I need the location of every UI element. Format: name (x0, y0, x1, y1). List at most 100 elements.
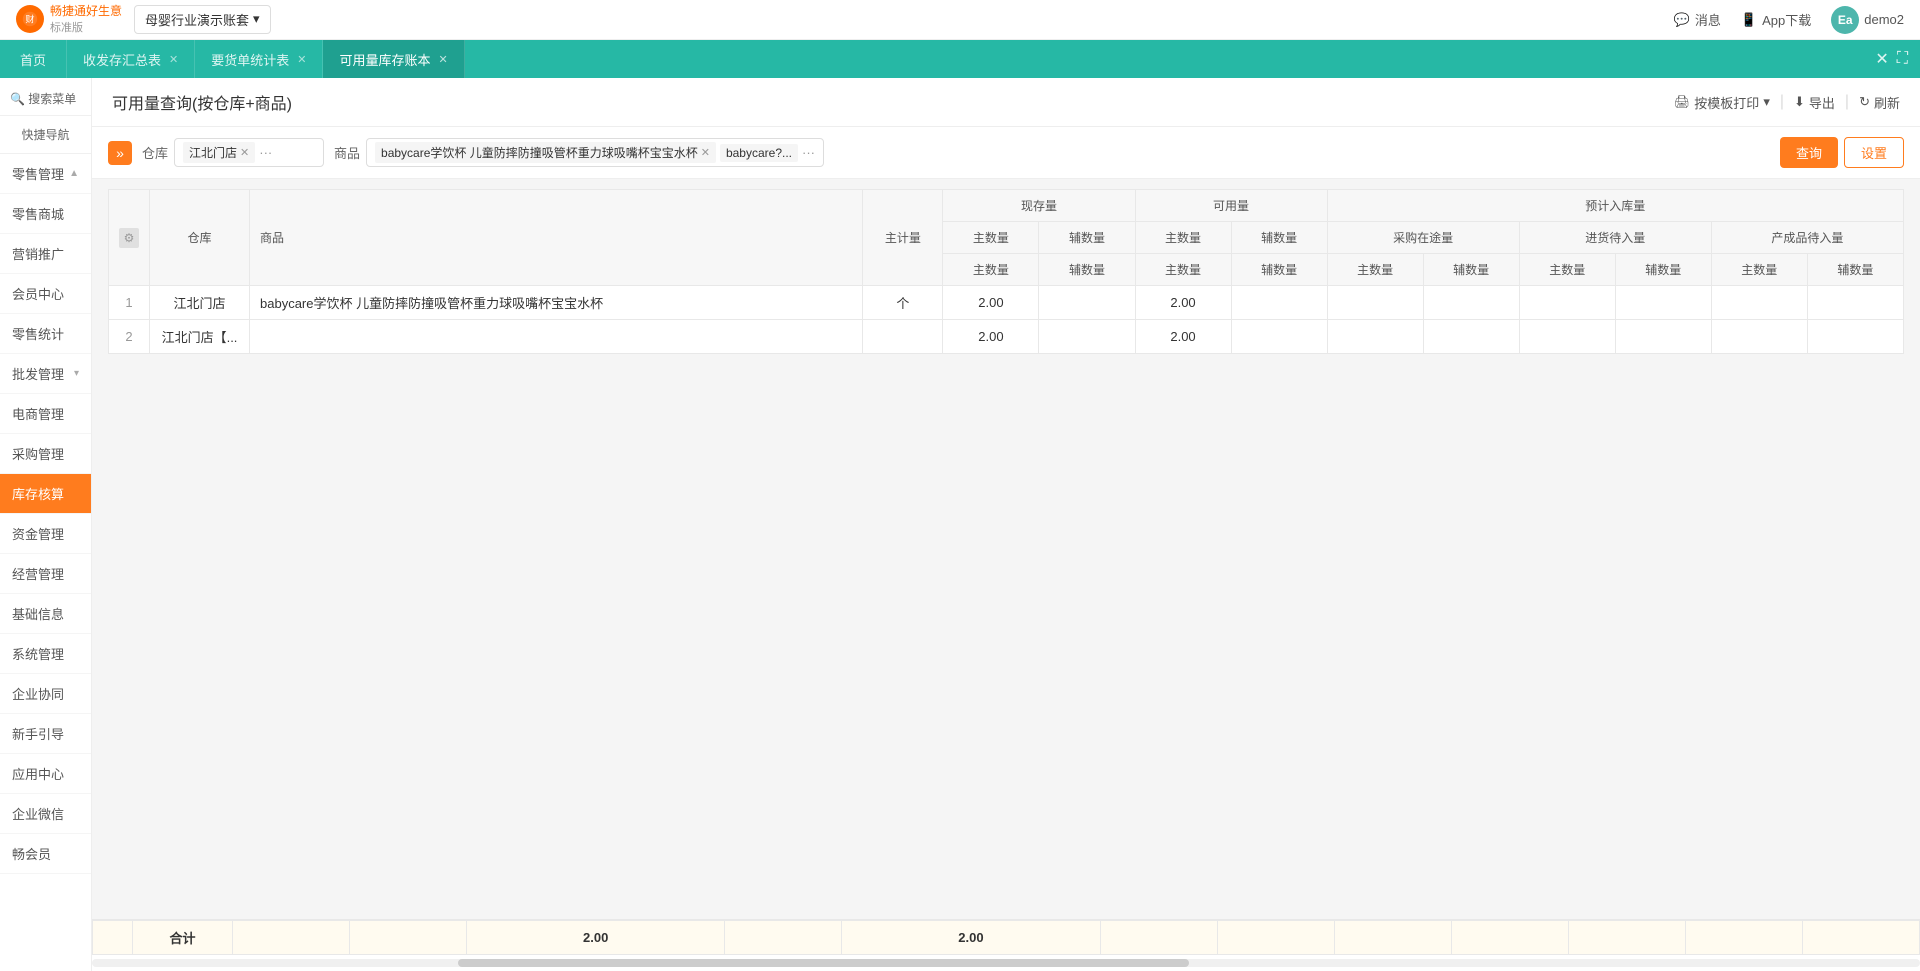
th-current-sub: 辅数量 (1039, 222, 1135, 254)
tab-receivable[interactable]: 收发存汇总表 ✕ (67, 40, 195, 78)
download-action[interactable]: 📱 App下载 (1741, 10, 1811, 29)
sidebar-search[interactable]: 🔍 搜索菜单 (0, 82, 91, 116)
username: demo2 (1864, 12, 1904, 27)
tab-home[interactable]: 首页 (0, 40, 67, 78)
message-action[interactable]: 💬 消息 (1674, 10, 1721, 29)
sidebar-item-retail-stats[interactable]: 零售统计 (0, 314, 91, 354)
user-area[interactable]: Ea demo2 (1831, 6, 1904, 34)
page-header: 可用量查询(按仓库+商品) 🖨 按模板打印 ▾ | ⬇ 导出 | ↻ 刷新 (92, 78, 1920, 127)
fullscreen-icon[interactable]: ⛶ (1897, 50, 1908, 68)
th-avail-main2: 主数量 (1135, 254, 1231, 286)
th-available-sub: 辅数量 (1231, 222, 1327, 254)
sidebar-item-retail-mall[interactable]: 零售商城 (0, 194, 91, 234)
export-btn[interactable]: ⬇ 导出 (1794, 93, 1835, 112)
th-incom-main2: 主数量 (1519, 254, 1615, 286)
logo-icon: 财 (16, 5, 44, 33)
product-tag1-close[interactable]: ✕ (701, 146, 710, 159)
sidebar-item-enterprise-wechat-label: 企业微信 (12, 804, 64, 823)
settings-icon[interactable]: ⚙ (119, 228, 139, 248)
row2-index: 2 (109, 320, 150, 354)
filter-more-icon: ··· (259, 145, 272, 160)
tab-order-stats[interactable]: 要货单统计表 ✕ (195, 40, 323, 78)
row1-product: babycare学饮杯 儿童防摔防撞吸管杯重力球吸嘴杯宝宝水杯 (250, 286, 863, 320)
table-footer-area: 合计 2.00 2.00 (92, 919, 1920, 971)
sidebar-item-member-center[interactable]: 会员中心 (0, 274, 91, 314)
refresh-btn[interactable]: ↻ 刷新 (1859, 93, 1900, 112)
sidebar-item-member-label: 畅会员 (12, 844, 51, 863)
search-icon: 🔍 (10, 92, 25, 106)
sidebar-quick-nav[interactable]: 快捷导航 (0, 116, 91, 154)
sidebar-item-retail-mgmt[interactable]: 零售管理 ▲ (0, 154, 91, 194)
sidebar-item-sys-mgmt-label: 系统管理 (12, 644, 64, 663)
tab-order-stats-label: 要货单统计表 (211, 50, 289, 69)
footer-purchase-main (1217, 921, 1334, 955)
tab-available-stock-close[interactable]: ✕ (439, 53, 448, 66)
horizontal-scrollbar[interactable] (92, 959, 1920, 967)
sidebar-item-enterprise-wechat[interactable]: 企业微信 (0, 794, 91, 834)
download-label: App下载 (1762, 10, 1811, 29)
sidebar-item-basic-info[interactable]: 基础信息 (0, 594, 91, 634)
expand-icon: » (116, 145, 124, 161)
row1-available-main: 2.00 (1135, 286, 1231, 320)
tab-home-label: 首页 (20, 50, 46, 69)
chevron-icon: ▾ (74, 368, 79, 379)
row2-available-main: 2.00 (1135, 320, 1231, 354)
sidebar-item-purchase-mgmt-label: 采购管理 (12, 444, 64, 463)
row1-product-main (1711, 286, 1807, 320)
table-row: 2 江北门店【... 2.00 2.00 (109, 320, 1904, 354)
tab-available-stock-label: 可用量库存账本 (339, 50, 430, 69)
template-print-btn[interactable]: 🖨 按模板打印 ▾ (1674, 93, 1770, 112)
avatar: Ea (1831, 6, 1859, 34)
sidebar-item-member[interactable]: 畅会员 (0, 834, 91, 874)
warehouse-filter-input[interactable]: 江北门店 ✕ ··· (174, 138, 324, 167)
close-all-tabs-icon[interactable]: ✕ (1875, 49, 1888, 69)
logo-area: 财 畅捷通好生意 标准版 (16, 4, 122, 34)
row1-purchase-main (1327, 286, 1423, 320)
sidebar-item-marketing[interactable]: 营销推广 (0, 234, 91, 274)
sidebar-item-wholesale-mgmt[interactable]: 批发管理 ▾ (0, 354, 91, 394)
th-available: 可用量 (1135, 190, 1327, 222)
query-button[interactable]: 查询 (1780, 137, 1838, 168)
tab-available-stock[interactable]: 可用量库存账本 ✕ (323, 40, 464, 78)
th-prod-sub2: 辅数量 (1807, 254, 1903, 286)
th-cur-main2: 主数量 (943, 254, 1039, 286)
sidebar-item-sys-mgmt[interactable]: 系统管理 (0, 634, 91, 674)
sidebar-item-operation-mgmt[interactable]: 经营管理 (0, 554, 91, 594)
row2-product (250, 320, 863, 354)
sidebar-item-purchase-mgmt[interactable]: 采购管理 (0, 434, 91, 474)
sidebar-item-finance-mgmt[interactable]: 资金管理 (0, 514, 91, 554)
nav-tabs-bar: 首页 收发存汇总表 ✕ 要货单统计表 ✕ 可用量库存账本 ✕ ✕ ⛶ (0, 40, 1920, 78)
industry-selector[interactable]: 母婴行业演示账套 ▾ (134, 5, 271, 34)
refresh-label: 刷新 (1874, 93, 1900, 112)
sidebar-item-retail-mgmt-label: 零售管理 (12, 164, 64, 183)
th-incom-sub2: 辅数量 (1615, 254, 1711, 286)
th-main-unit: 主计量 (863, 190, 943, 286)
page-header-actions: 🖨 按模板打印 ▾ | ⬇ 导出 | ↻ 刷新 (1674, 93, 1900, 124)
footer-row: 合计 2.00 2.00 (93, 921, 1920, 955)
sidebar-item-inventory-check[interactable]: 库存核算 (0, 474, 91, 514)
th-purchase-transit: 采购在途量 (1327, 222, 1519, 254)
logo-text: 畅捷通好生意 (50, 4, 122, 18)
scrollbar-thumb[interactable] (458, 959, 1189, 967)
main-content: 可用量查询(按仓库+商品) 🖨 按模板打印 ▾ | ⬇ 导出 | ↻ 刷新 (92, 78, 1920, 971)
template-print-label: 按模板打印 (1694, 93, 1759, 112)
sidebar-item-ecommerce-mgmt[interactable]: 电商管理 (0, 394, 91, 434)
divider: | (1780, 93, 1784, 111)
sidebar-item-new-guide[interactable]: 新手引导 (0, 714, 91, 754)
product-filter-tag2: babycare?... (720, 144, 798, 162)
th-available-main: 主数量 (1135, 222, 1231, 254)
sidebar-item-enterprise-collab[interactable]: 企业协同 (0, 674, 91, 714)
product-filter-input[interactable]: babycare学饮杯 儿童防摔防撞吸管杯重力球吸嘴杯宝宝水杯 ✕ babyca… (366, 138, 824, 167)
product-filter-more-icon: ··· (802, 145, 815, 160)
sidebar-search-label: 搜索菜单 (28, 92, 76, 106)
setting-button[interactable]: 设置 (1844, 137, 1904, 168)
tab-order-stats-close[interactable]: ✕ (297, 53, 306, 66)
page-title: 可用量查询(按仓库+商品) (112, 90, 292, 126)
footer-table: 合计 2.00 2.00 (92, 920, 1920, 955)
filter-expand-btn[interactable]: » (108, 141, 132, 165)
tab-receivable-close[interactable]: ✕ (169, 53, 178, 66)
warehouse-tag-close[interactable]: ✕ (240, 146, 249, 159)
row2-current-sub (1039, 320, 1135, 354)
warehouse-filter-group: 仓库 江北门店 ✕ ··· (142, 138, 324, 167)
sidebar-item-app-center[interactable]: 应用中心 (0, 754, 91, 794)
